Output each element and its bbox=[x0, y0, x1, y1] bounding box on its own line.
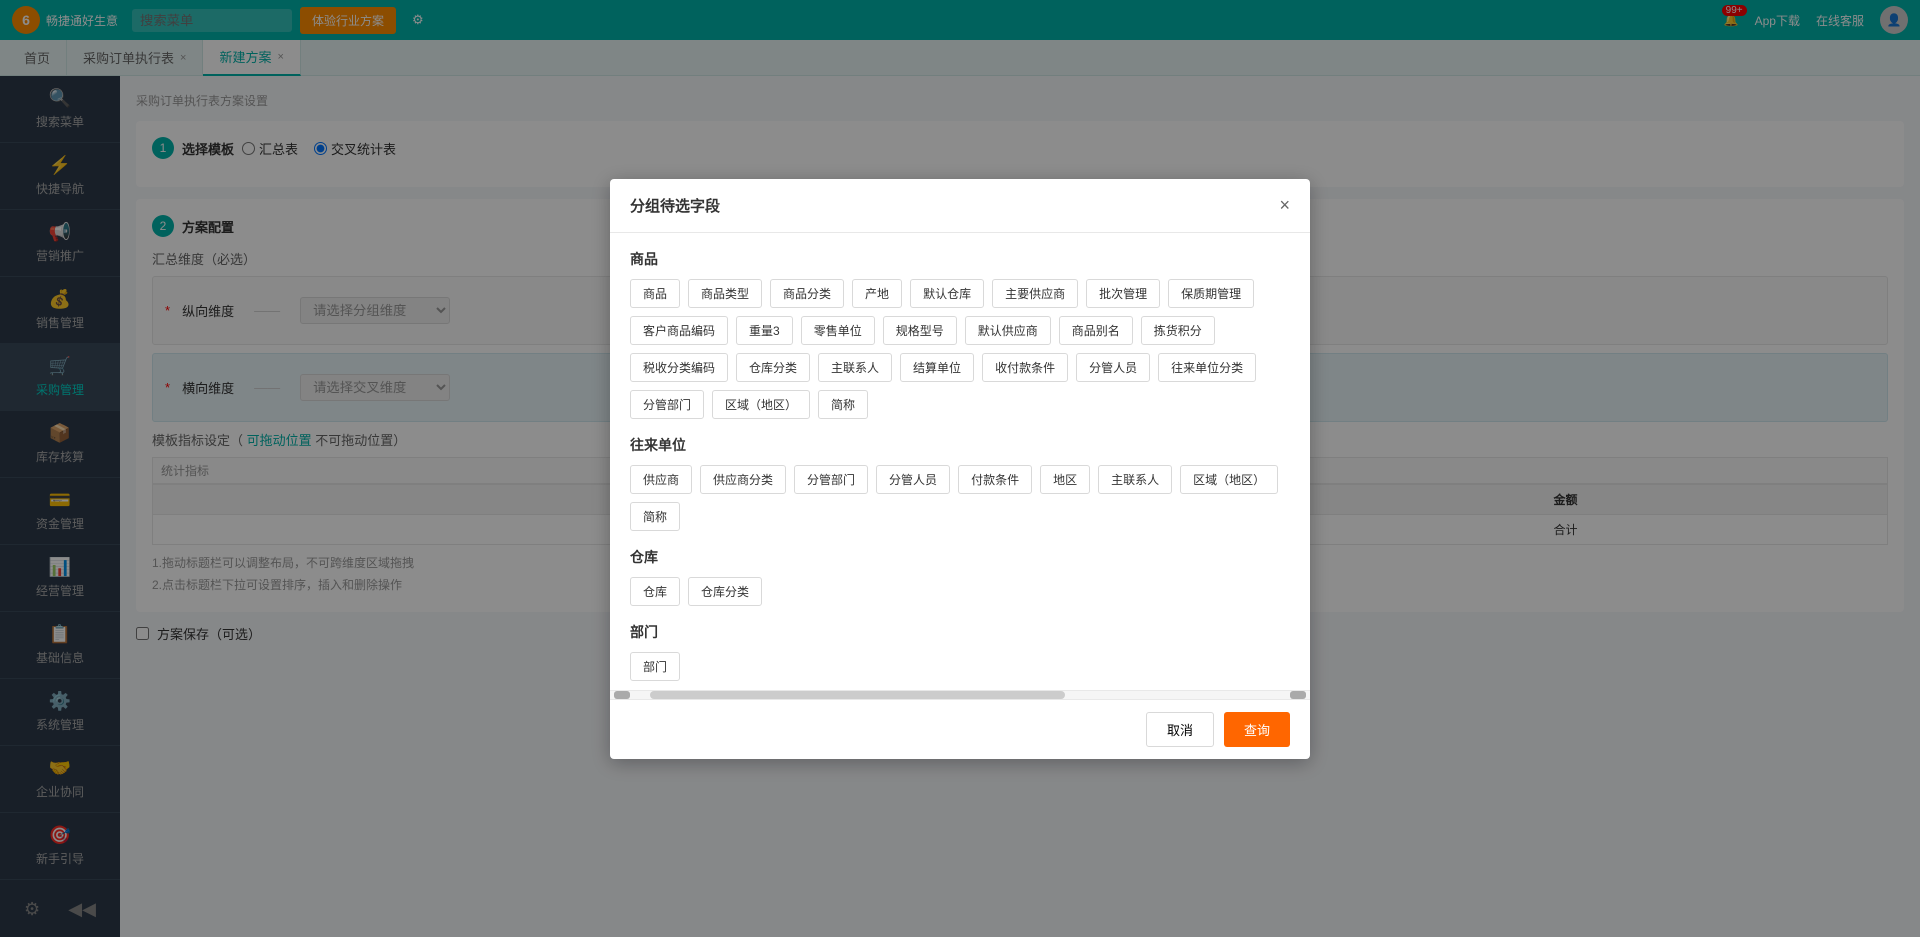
field-customer-code[interactable]: 客户商品编码 bbox=[630, 316, 728, 345]
section-partner-title: 往来单位 bbox=[630, 435, 1290, 455]
field-weight3[interactable]: 重量3 bbox=[736, 316, 793, 345]
section-partner-fields: 供应商 供应商分类 分管部门 分管人员 付款条件 地区 主联系人 区域（地区） … bbox=[630, 465, 1290, 531]
modal-body: 商品 商品 商品类型 商品分类 产地 默认仓库 主要供应商 批次管理 保质期管理… bbox=[610, 233, 1310, 690]
section-warehouse-title: 仓库 bbox=[630, 547, 1290, 567]
section-department: 部门 部门 bbox=[630, 622, 1290, 681]
field-partner-supervisor[interactable]: 分管人员 bbox=[876, 465, 950, 494]
field-goods-type[interactable]: 商品类型 bbox=[688, 279, 762, 308]
field-payment-terms[interactable]: 收付款条件 bbox=[982, 353, 1068, 382]
section-goods-fields: 商品 商品类型 商品分类 产地 默认仓库 主要供应商 批次管理 保质期管理 客户… bbox=[630, 279, 1290, 419]
field-pick-points[interactable]: 拣货积分 bbox=[1141, 316, 1215, 345]
field-goods-alias[interactable]: 商品别名 bbox=[1059, 316, 1133, 345]
field-default-warehouse[interactable]: 默认仓库 bbox=[910, 279, 984, 308]
section-goods: 商品 商品 商品类型 商品分类 产地 默认仓库 主要供应商 批次管理 保质期管理… bbox=[630, 249, 1290, 419]
field-expiry-mgmt[interactable]: 保质期管理 bbox=[1168, 279, 1254, 308]
field-main-contact[interactable]: 主联系人 bbox=[818, 353, 892, 382]
field-main-supplier[interactable]: 主要供应商 bbox=[992, 279, 1078, 308]
modal-title: 分组待选字段 bbox=[630, 195, 720, 216]
section-department-fields: 部门 bbox=[630, 652, 1290, 681]
field-area[interactable]: 地区 bbox=[1040, 465, 1090, 494]
field-spec-model[interactable]: 规格型号 bbox=[883, 316, 957, 345]
section-goods-title: 商品 bbox=[630, 249, 1290, 269]
field-warehouse-cat[interactable]: 仓库分类 bbox=[688, 577, 762, 606]
modal-footer: 取消 查询 bbox=[610, 699, 1310, 759]
field-payment-cond[interactable]: 付款条件 bbox=[958, 465, 1032, 494]
field-partner-category[interactable]: 往来单位分类 bbox=[1158, 353, 1256, 382]
field-goods[interactable]: 商品 bbox=[630, 279, 680, 308]
section-warehouse-fields: 仓库 仓库分类 bbox=[630, 577, 1290, 606]
field-retail-unit[interactable]: 零售单位 bbox=[801, 316, 875, 345]
field-dept-mgmt[interactable]: 分管部门 bbox=[630, 390, 704, 419]
field-short-name[interactable]: 简称 bbox=[818, 390, 868, 419]
section-department-title: 部门 bbox=[630, 622, 1290, 642]
modal-horizontal-scrollbar[interactable] bbox=[610, 690, 1310, 699]
hscroll-right-arrow[interactable] bbox=[1290, 691, 1306, 699]
modal-overlay: 分组待选字段 × 商品 商品 商品类型 商品分类 产地 默认仓库 主要供应商 批… bbox=[0, 0, 1920, 937]
hscroll-thumb[interactable] bbox=[650, 691, 1065, 699]
modal-header: 分组待选字段 × bbox=[610, 179, 1310, 233]
field-supplier[interactable]: 供应商 bbox=[630, 465, 692, 494]
field-supplier-category[interactable]: 供应商分类 bbox=[700, 465, 786, 494]
field-supervisor[interactable]: 分管人员 bbox=[1076, 353, 1150, 382]
field-settlement-unit[interactable]: 结算单位 bbox=[900, 353, 974, 382]
field-region[interactable]: 区域（地区） bbox=[712, 390, 810, 419]
field-partner-contact[interactable]: 主联系人 bbox=[1098, 465, 1172, 494]
field-batch-mgmt[interactable]: 批次管理 bbox=[1086, 279, 1160, 308]
section-warehouse: 仓库 仓库 仓库分类 bbox=[630, 547, 1290, 606]
field-warehouse[interactable]: 仓库 bbox=[630, 577, 680, 606]
section-partner: 往来单位 供应商 供应商分类 分管部门 分管人员 付款条件 地区 主联系人 区域… bbox=[630, 435, 1290, 531]
modal-close-button[interactable]: × bbox=[1279, 195, 1290, 216]
field-tax-code[interactable]: 税收分类编码 bbox=[630, 353, 728, 382]
field-dept[interactable]: 部门 bbox=[630, 652, 680, 681]
field-partner-shortname[interactable]: 简称 bbox=[630, 502, 680, 531]
field-select-modal: 分组待选字段 × 商品 商品 商品类型 商品分类 产地 默认仓库 主要供应商 批… bbox=[610, 179, 1310, 759]
field-origin[interactable]: 产地 bbox=[852, 279, 902, 308]
hscroll-left-arrow[interactable] bbox=[614, 691, 630, 699]
field-partner-region[interactable]: 区域（地区） bbox=[1180, 465, 1278, 494]
field-default-supplier[interactable]: 默认供应商 bbox=[965, 316, 1051, 345]
field-goods-category[interactable]: 商品分类 bbox=[770, 279, 844, 308]
modal-confirm-button[interactable]: 查询 bbox=[1224, 712, 1290, 747]
modal-cancel-button[interactable]: 取消 bbox=[1146, 712, 1214, 747]
field-warehouse-category[interactable]: 仓库分类 bbox=[736, 353, 810, 382]
field-partner-dept[interactable]: 分管部门 bbox=[794, 465, 868, 494]
